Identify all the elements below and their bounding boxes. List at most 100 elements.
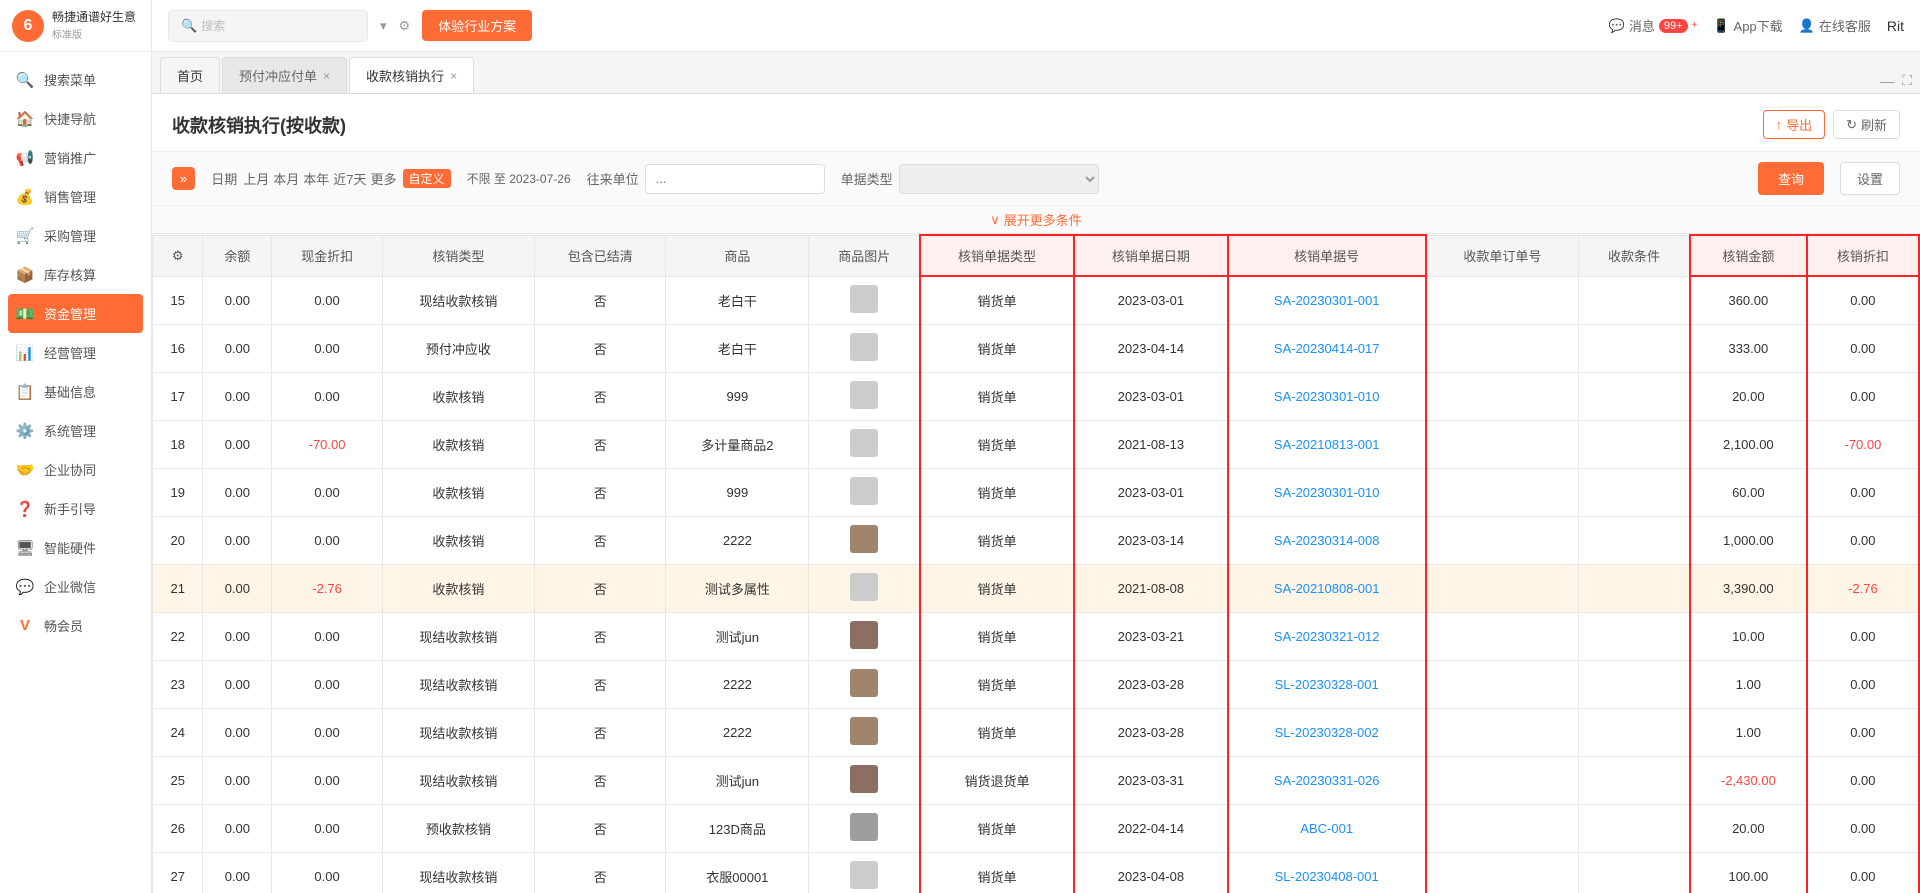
sidebar-item-hardware[interactable]: 🖥 智能硬件 <box>0 528 151 567</box>
cell-writeoff-no[interactable]: SA-20230301-010 <box>1228 468 1426 516</box>
cell-writeoff-voucher-type: 销货单 <box>920 708 1074 756</box>
tab-home[interactable]: 首页 <box>160 57 220 93</box>
tab-prepay-close[interactable]: × <box>323 69 330 83</box>
cell-writeoff-no[interactable]: SA-20230301-001 <box>1228 276 1426 324</box>
sidebar-nav: 🔍 搜索菜单 🏠 快捷导航 📢 营销推广 💰 销售管理 🛒 采购管理 📦 库存核… <box>0 52 151 893</box>
user-name[interactable]: Rit <box>1887 18 1904 34</box>
date-last-7-days[interactable]: 近7天 <box>333 169 366 188</box>
cell-writeoff-no[interactable]: SA-20230301-010 <box>1228 372 1426 420</box>
tab-prepay[interactable]: 预付冲应付单 × <box>222 57 347 93</box>
cell-writeoff-no[interactable]: ABC-001 <box>1228 804 1426 852</box>
sidebar-item-quicknav[interactable]: 🏠 快捷导航 <box>0 99 151 138</box>
page-content: 收款核销执行(按收款) ↑ 导出 ↻ 刷新 » 日期 上月 本月 本 <box>152 94 1920 893</box>
cell-writeoff-type: 现结收款核销 <box>382 660 534 708</box>
sidebar-item-purchase[interactable]: 🛒 采购管理 <box>0 216 151 255</box>
industry-solution-button[interactable]: 体验行业方案 <box>422 10 532 41</box>
filter-expand-button[interactable]: » <box>172 167 195 190</box>
cell-writeoff-voucher-type: 销货单 <box>920 852 1074 893</box>
cell-goods: 衣服00001 <box>666 852 809 893</box>
cell-cash-discount: 0.00 <box>272 660 383 708</box>
dropdown-icon[interactable]: ▾ <box>380 18 387 34</box>
tab-collection[interactable]: 收款核销执行 × <box>349 57 474 93</box>
cell-balance: 0.00 <box>203 372 272 420</box>
window-minimize-icon[interactable]: — <box>1880 73 1894 89</box>
cell-cash-discount: 0.00 <box>272 372 383 420</box>
settings-gear-icon[interactable]: ⚙ <box>399 18 411 34</box>
cell-receipt-condition <box>1579 708 1690 756</box>
th-receipt-order-no: 收款单订单号 <box>1426 235 1579 276</box>
cell-writeoff-date: 2023-03-01 <box>1074 468 1228 516</box>
date-custom-badge[interactable]: 自定义 <box>403 169 451 188</box>
cell-goods-img <box>809 660 920 708</box>
goods-thumbnail <box>850 477 878 505</box>
sidebar-item-member[interactable]: V 畅会员 <box>0 606 151 645</box>
table-row: 270.000.00现结收款核销否衣服00001销货单2023-04-08SL-… <box>153 852 1920 893</box>
date-more[interactable]: 更多 <box>371 169 397 188</box>
cell-receipt-condition <box>1579 516 1690 564</box>
window-maximize-icon[interactable]: ⛶ <box>1902 72 1912 89</box>
home-icon: 🏠 <box>16 110 34 128</box>
sidebar-item-label: 系统管理 <box>44 421 96 440</box>
th-gear[interactable]: ⚙ <box>153 235 203 276</box>
voucher-type-select[interactable] <box>899 164 1099 194</box>
sidebar-item-business[interactable]: 📊 经营管理 <box>0 333 151 372</box>
date-this-year[interactable]: 本年 <box>303 169 329 188</box>
app-download-item[interactable]: 📱 App下载 <box>1713 16 1782 35</box>
cell-receipt-condition <box>1579 324 1690 372</box>
date-filter-group: 日期 上月 本月 本年 近7天 更多 自定义 <box>211 169 450 188</box>
messages-item[interactable]: 💬 消息 99+ + <box>1609 16 1698 35</box>
cell-included: 否 <box>535 516 666 564</box>
th-writeoff-voucher-type: 核销单据类型 <box>920 235 1074 276</box>
th-writeoff-amount: 核销金额 <box>1690 235 1807 276</box>
refresh-button[interactable]: ↻ 刷新 <box>1833 110 1900 139</box>
table-row: 170.000.00收款核销否999销货单2023-03-01SA-202303… <box>153 372 1920 420</box>
cell-writeoff-no[interactable]: SA-20230314-008 <box>1228 516 1426 564</box>
cell-writeoff-no[interactable]: SA-20230414-017 <box>1228 324 1426 372</box>
sidebar-item-label: 搜索菜单 <box>44 70 96 89</box>
cell-writeoff-no[interactable]: SL-20230408-001 <box>1228 852 1426 893</box>
finance-icon: 💵 <box>16 305 34 323</box>
cell-writeoff-date: 2023-04-14 <box>1074 324 1228 372</box>
expand-more-button[interactable]: ∨ 展开更多条件 <box>990 210 1082 229</box>
cell-writeoff-voucher-type: 销货单 <box>920 516 1074 564</box>
online-support-item[interactable]: 👤 在线客服 <box>1799 16 1871 35</box>
tab-collection-close[interactable]: × <box>450 69 457 83</box>
cell-writeoff-no[interactable]: SL-20230328-001 <box>1228 660 1426 708</box>
sidebar-item-guide[interactable]: ❓ 新手引导 <box>0 489 151 528</box>
cell-writeoff-no[interactable]: SL-20230328-002 <box>1228 708 1426 756</box>
logo-badge: 标准版 <box>52 26 136 41</box>
data-table: ⚙ 余额 现金折扣 核销类型 包含已结清 商品 商品图片 核销单据类型 核销单据… <box>152 234 1920 893</box>
cell-row-id: 27 <box>153 852 203 893</box>
cell-receipt-order-no <box>1426 420 1579 468</box>
query-button[interactable]: 查询 <box>1758 162 1824 195</box>
export-button[interactable]: ↑ 导出 <box>1763 110 1826 139</box>
sidebar-item-wechat[interactable]: 💬 企业微信 <box>0 567 151 606</box>
settings-button[interactable]: 设置 <box>1840 162 1900 195</box>
sidebar-item-search[interactable]: 🔍 搜索菜单 <box>0 60 151 99</box>
cell-writeoff-no[interactable]: SA-20230321-012 <box>1228 612 1426 660</box>
sidebar-item-inventory[interactable]: 📦 库存核算 <box>0 255 151 294</box>
content-header: 收款核销执行(按收款) ↑ 导出 ↻ 刷新 <box>152 94 1920 152</box>
sidebar-item-collab[interactable]: 🤝 企业协同 <box>0 450 151 489</box>
business-icon: 📊 <box>16 344 34 362</box>
search-icon: 🔍 <box>181 18 197 34</box>
cell-writeoff-no[interactable]: SA-20210813-001 <box>1228 420 1426 468</box>
messages-label: 消息 <box>1629 16 1655 35</box>
search-input[interactable]: 🔍 搜索 <box>168 10 368 42</box>
sidebar-item-system[interactable]: ⚙️ 系统管理 <box>0 411 151 450</box>
cell-writeoff-no[interactable]: SA-20210808-001 <box>1228 564 1426 612</box>
sidebar-item-finance[interactable]: 💵 资金管理 <box>8 294 143 333</box>
date-this-month[interactable]: 本月 <box>273 169 299 188</box>
sidebar-item-basic[interactable]: 📋 基础信息 <box>0 372 151 411</box>
cell-writeoff-no[interactable]: SA-20230331-026 <box>1228 756 1426 804</box>
sidebar-item-marketing[interactable]: 📢 营销推广 <box>0 138 151 177</box>
sidebar-item-sales[interactable]: 💰 销售管理 <box>0 177 151 216</box>
sidebar-item-label: 企业微信 <box>44 577 96 596</box>
source-unit-input[interactable] <box>645 164 825 194</box>
cell-writeoff-amount: -2,430.00 <box>1690 756 1807 804</box>
date-last-month[interactable]: 上月 <box>243 169 269 188</box>
cell-included: 否 <box>535 660 666 708</box>
cell-writeoff-discount: 0.00 <box>1807 756 1919 804</box>
cell-cash-discount: -2.76 <box>272 564 383 612</box>
goods-thumbnail <box>850 861 878 889</box>
